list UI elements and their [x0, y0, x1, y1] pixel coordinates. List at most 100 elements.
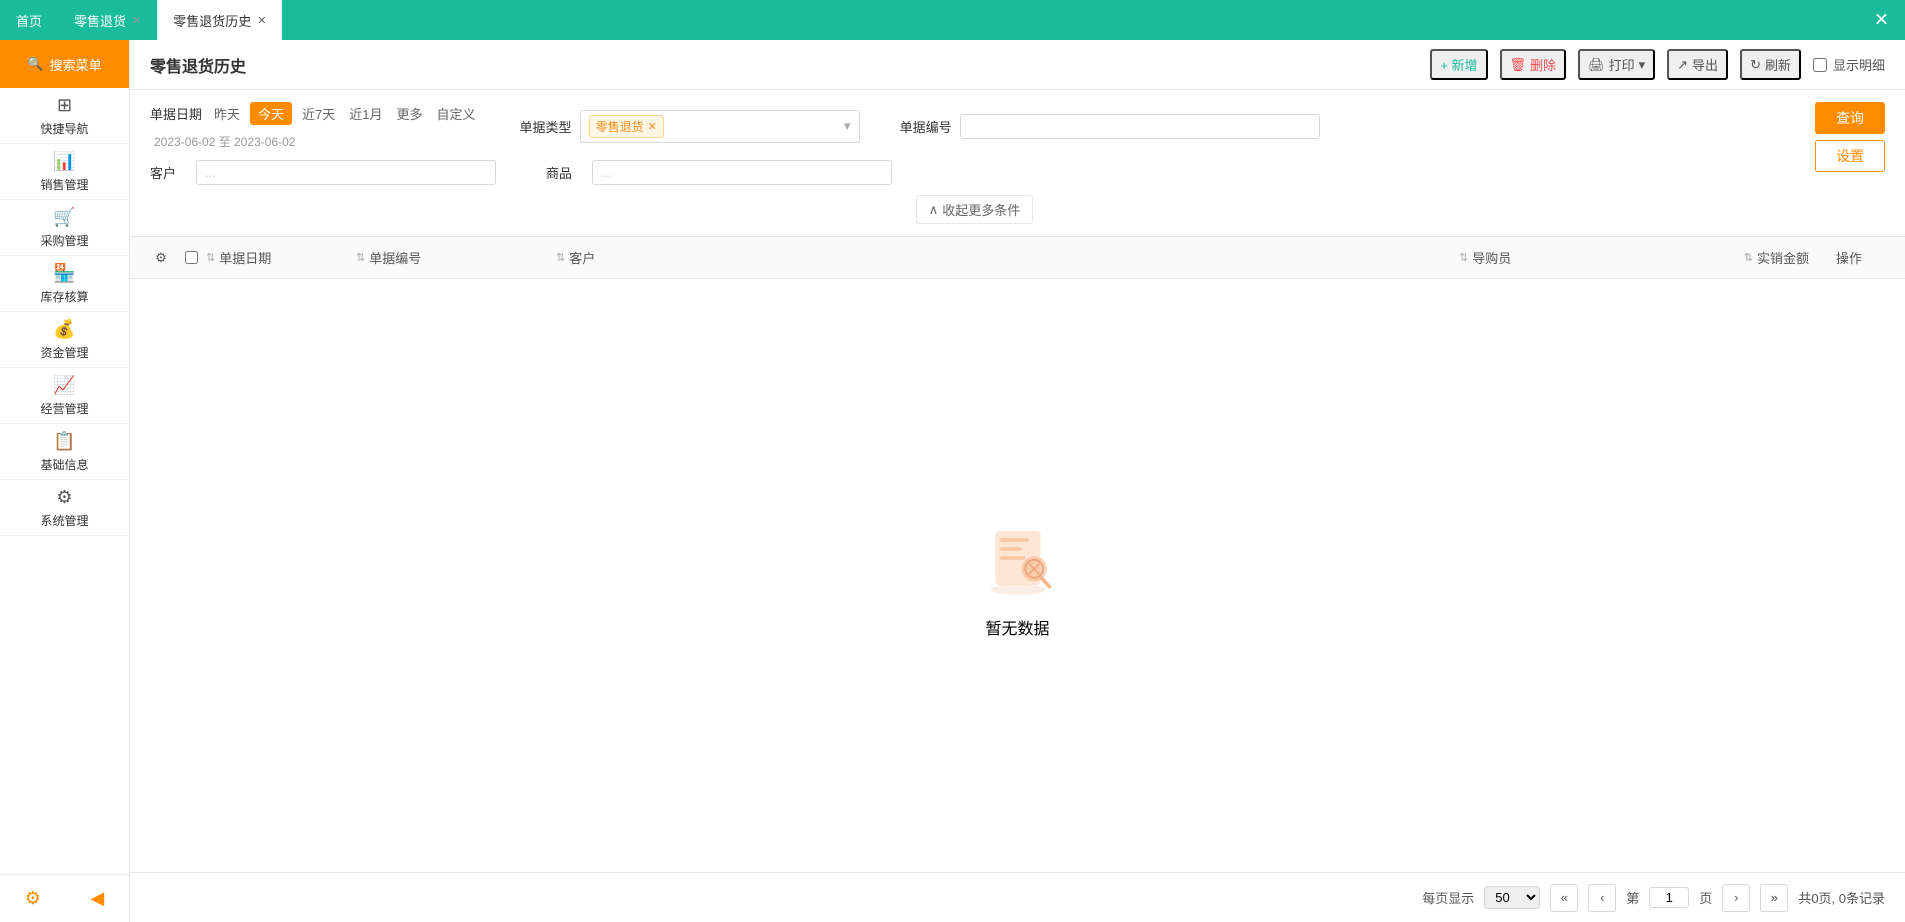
delete-button[interactable]: 🗑 删除: [1500, 49, 1567, 80]
sidebar-item-quick-nav-label: 快捷导航: [40, 120, 88, 137]
pagination: 每页显示 50 10 20 100 « ‹ 第 页 › » 共0页, 0条记录: [130, 872, 1905, 922]
th-amount-label: 实销金额: [1757, 248, 1809, 267]
th-customer[interactable]: ⇅ 客户: [556, 248, 1459, 267]
operations-icon: 📈: [53, 375, 75, 396]
th-guide[interactable]: ⇅ 导购员: [1459, 248, 1659, 267]
sidebar-item-operations[interactable]: 📈 经营管理: [0, 368, 129, 424]
sidebar-item-quick-nav[interactable]: ⊞ 快捷导航: [0, 88, 129, 144]
sort-guide-icon: ⇅: [1459, 251, 1468, 264]
inventory-icon: 🏪: [53, 263, 75, 284]
tab-home[interactable]: 首页: [0, 0, 58, 40]
date-today[interactable]: 今天: [250, 102, 292, 125]
th-amount[interactable]: ⇅ 实销金额: [1659, 248, 1809, 267]
th-checkbox[interactable]: [176, 251, 206, 264]
th-guide-label: 导购员: [1472, 248, 1511, 267]
empty-state: 暂无数据: [130, 279, 1905, 872]
sidebar-item-inventory-label: 库存核算: [40, 288, 88, 305]
sidebar-item-operations-label: 经营管理: [40, 400, 88, 417]
sidebar-item-system-label: 系统管理: [40, 512, 88, 529]
th-date[interactable]: ⇅ 单据日期: [206, 248, 356, 267]
sidebar-item-finance[interactable]: 💰 资金管理: [0, 312, 129, 368]
empty-text: 暂无数据: [985, 615, 1049, 639]
sidebar-item-basic-info[interactable]: 📋 基础信息: [0, 424, 129, 480]
first-page-button[interactable]: «: [1550, 884, 1578, 912]
settings-bottom-icon[interactable]: ⚙: [25, 888, 41, 909]
page-number-input[interactable]: [1649, 887, 1689, 908]
goods-input[interactable]: [592, 160, 892, 185]
window-close-button[interactable]: ✕: [1874, 10, 1889, 31]
sidebar-nav: ⊞ 快捷导航 📊 销售管理 🛒 采购管理 🏪 库存核算 💰 资金管理 📈: [0, 88, 129, 874]
top-bar: 首页 零售退货 ✕ 零售退货历史 ✕ ✕: [0, 0, 1905, 40]
date-custom[interactable]: 自定义: [433, 102, 480, 125]
th-bill-no[interactable]: ⇅ 单据编号: [356, 248, 556, 267]
sort-customer-icon: ⇅: [556, 251, 565, 264]
new-button-label: + 新增: [1440, 55, 1477, 74]
sidebar-item-sales-mgmt-label: 销售管理: [40, 176, 88, 193]
show-detail-label: 显示明细: [1833, 55, 1885, 74]
page-header: 零售退货历史 + 新增 🗑 删除 🖨 打印 ▾ ↗ 导出: [130, 40, 1905, 90]
last-page-button[interactable]: »: [1760, 884, 1788, 912]
filter-settings-button[interactable]: 设置: [1815, 140, 1885, 172]
tab-retail-return-history-close[interactable]: ✕: [257, 14, 266, 27]
sidebar-item-system[interactable]: ⚙ 系统管理: [0, 480, 129, 536]
header-actions: + 新增 🗑 删除 🖨 打印 ▾ ↗ 导出 ↻ 刷新: [1430, 49, 1885, 80]
th-customer-label: 客户: [569, 248, 595, 267]
per-page-label: 每页显示: [1422, 888, 1474, 907]
filter-main: 单据日期 昨天 今天 近7天 近1月 更多 自定义 202: [150, 102, 1799, 224]
th-bill-no-label: 单据编号: [369, 248, 421, 267]
date-range-display: 2023-06-02 至 2023-06-02: [154, 133, 295, 150]
date-7days[interactable]: 近7天: [298, 102, 339, 125]
export-button[interactable]: ↗ 导出: [1667, 49, 1728, 80]
purchase-icon: 🛒: [53, 207, 75, 228]
new-button[interactable]: + 新增: [1430, 49, 1487, 80]
collapse-button[interactable]: ∧ 收起更多条件: [916, 195, 1034, 224]
tab-retail-return[interactable]: 零售退货 ✕: [58, 0, 157, 40]
show-detail-checkbox[interactable]: [1813, 58, 1827, 72]
main-layout: 🔍 搜索菜单 ⊞ 快捷导航 📊 销售管理 🛒 采购管理 🏪 库存核算 💰: [0, 40, 1905, 922]
bill-type-select[interactable]: 零售退货 ✕ ▾: [580, 110, 860, 143]
next-page-button[interactable]: ›: [1722, 884, 1750, 912]
sidebar-item-purchase-mgmt-label: 采购管理: [40, 232, 88, 249]
search-menu-label: 搜索菜单: [50, 55, 102, 74]
collapse-sidebar-icon[interactable]: ◀: [90, 888, 104, 909]
show-detail-area[interactable]: 显示明细: [1813, 55, 1885, 74]
per-page-select[interactable]: 50 10 20 100: [1484, 886, 1540, 909]
date-yesterday[interactable]: 昨天: [210, 102, 244, 125]
finance-icon: 💰: [53, 319, 75, 340]
sort-bill-icon: ⇅: [356, 251, 365, 264]
sidebar-item-inventory[interactable]: 🏪 库存核算: [0, 256, 129, 312]
export-button-label: 导出: [1692, 55, 1718, 74]
date-1month[interactable]: 近1月: [345, 102, 386, 125]
bill-number-filter-label: 单据编号: [900, 117, 952, 136]
home-icon: ⊞: [57, 95, 72, 116]
sidebar-item-sales-mgmt[interactable]: 📊 销售管理: [0, 144, 129, 200]
table-area: ⚙ ⇅ 单据日期 ⇅ 单据编号 ⇅ 客户 ⇅ 导购员: [130, 237, 1905, 872]
sidebar-bottom: ⚙ ◀: [0, 874, 129, 922]
refresh-button[interactable]: ↻ 刷新: [1740, 49, 1801, 80]
bill-type-tag-close[interactable]: ✕: [648, 120, 657, 133]
sidebar-item-purchase-mgmt[interactable]: 🛒 采购管理: [0, 200, 129, 256]
refresh-icon: ↻: [1750, 57, 1761, 73]
tab-retail-return-close[interactable]: ✕: [132, 14, 141, 27]
delete-button-label: 删除: [1530, 55, 1556, 74]
th-op: 操作: [1809, 248, 1889, 267]
bill-type-dropdown-icon: ▾: [844, 118, 851, 134]
tab-home-label: 首页: [16, 11, 42, 30]
th-setting[interactable]: ⚙: [146, 250, 176, 266]
select-all-checkbox[interactable]: [185, 251, 198, 264]
th-date-label: 单据日期: [219, 248, 271, 267]
sales-icon: 📊: [53, 151, 75, 172]
search-menu-button[interactable]: 🔍 搜索菜单: [0, 40, 129, 88]
bill-number-input[interactable]: [960, 114, 1320, 139]
collapse-label: 收起更多条件: [942, 200, 1020, 219]
print-button[interactable]: 🖨 打印 ▾: [1578, 49, 1655, 80]
content-area: 零售退货历史 + 新增 🗑 删除 🖨 打印 ▾ ↗ 导出: [130, 40, 1905, 922]
tab-retail-return-history[interactable]: 零售退货历史 ✕: [157, 0, 282, 40]
query-button[interactable]: 查询: [1815, 102, 1885, 134]
customer-input[interactable]: [196, 160, 496, 185]
prev-page-button[interactable]: ‹: [1588, 884, 1616, 912]
date-more[interactable]: 更多: [393, 102, 427, 125]
table-header: ⚙ ⇅ 单据日期 ⇅ 单据编号 ⇅ 客户 ⇅ 导购员: [130, 237, 1905, 279]
sidebar: 🔍 搜索菜单 ⊞ 快捷导航 📊 销售管理 🛒 采购管理 🏪 库存核算 💰: [0, 40, 130, 922]
search-icon: 🔍: [27, 56, 43, 72]
